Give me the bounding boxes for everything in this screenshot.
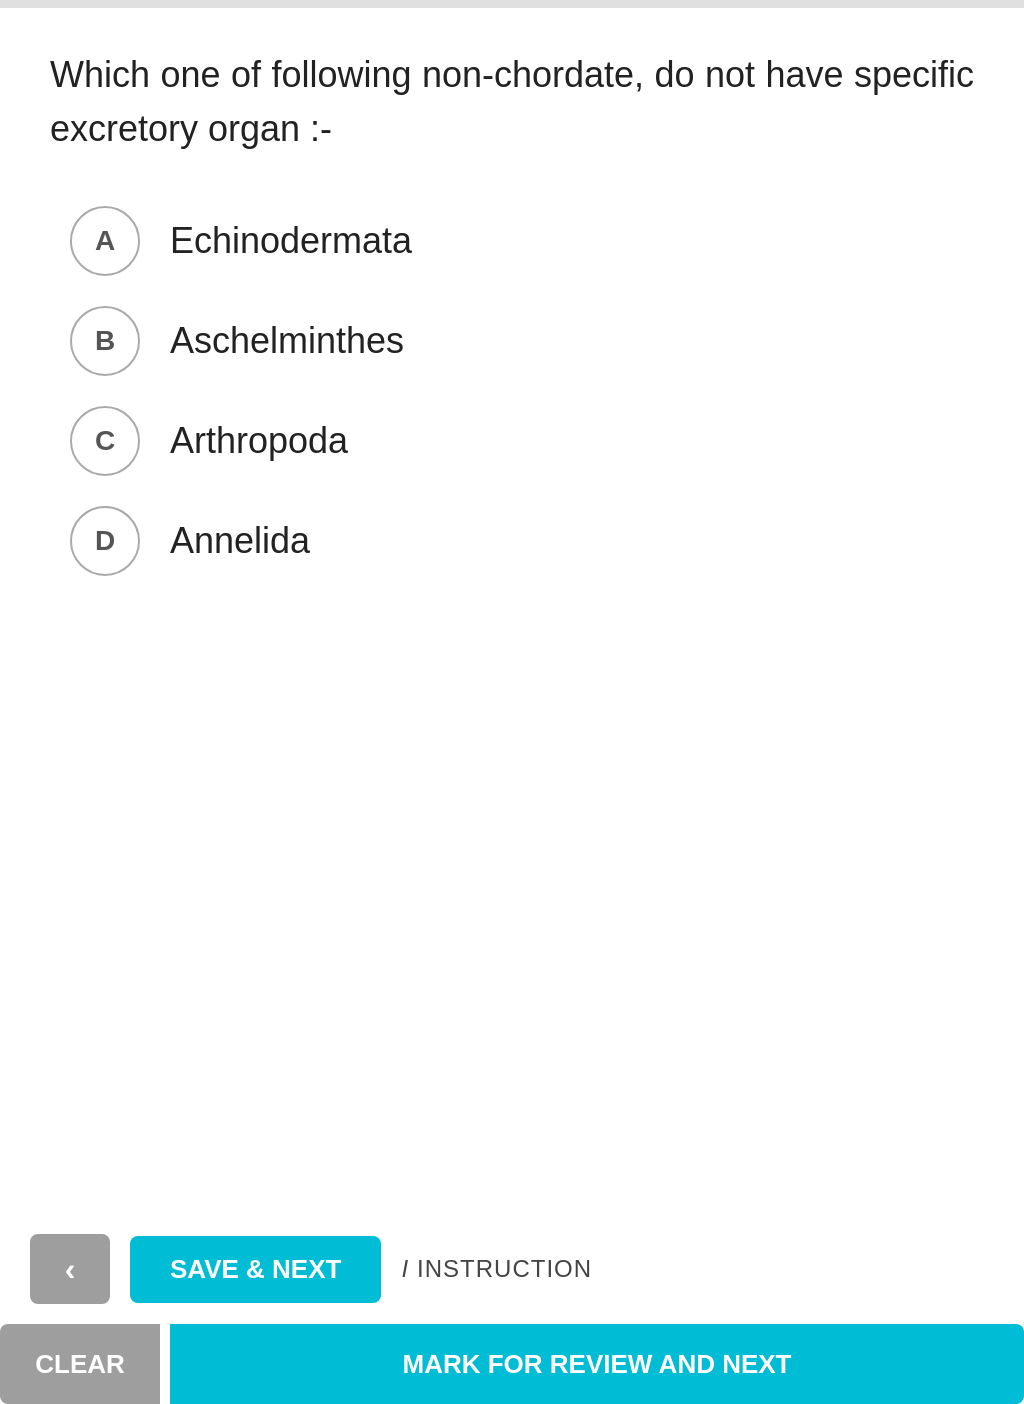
option-c-label: Arthropoda [170,420,348,462]
bottom-action-bar: CLEAR MARK FOR REVIEW AND NEXT [0,1324,1024,1404]
back-button[interactable]: ‹ [30,1234,110,1304]
bottom-bar: ‹ SAVE & NEXT i INSTRUCTION [0,1214,1024,1324]
option-a-circle: A [70,206,140,276]
mark-review-button[interactable]: MARK FOR REVIEW AND NEXT [170,1324,1024,1404]
option-d[interactable]: D Annelida [70,506,954,576]
instruction-link[interactable]: i INSTRUCTION [401,1255,592,1283]
option-b-circle: B [70,306,140,376]
option-b-label: Aschelminthes [170,320,404,362]
info-icon: i [401,1255,409,1283]
options-list: A Echinodermata B Aschelminthes C Arthro… [50,196,974,586]
back-arrow-icon: ‹ [65,1251,76,1288]
question-container: Which one of following non-chordate, do … [0,8,1024,606]
question-text: Which one of following non-chordate, do … [50,48,974,156]
option-b[interactable]: B Aschelminthes [70,306,954,376]
option-d-circle: D [70,506,140,576]
option-a[interactable]: A Echinodermata [70,206,954,276]
clear-button[interactable]: CLEAR [0,1324,160,1404]
save-next-button[interactable]: SAVE & NEXT [130,1236,381,1303]
option-a-label: Echinodermata [170,220,412,262]
option-d-label: Annelida [170,520,310,562]
instruction-label: INSTRUCTION [417,1255,592,1283]
option-c-circle: C [70,406,140,476]
top-divider [0,0,1024,8]
option-c[interactable]: C Arthropoda [70,406,954,476]
